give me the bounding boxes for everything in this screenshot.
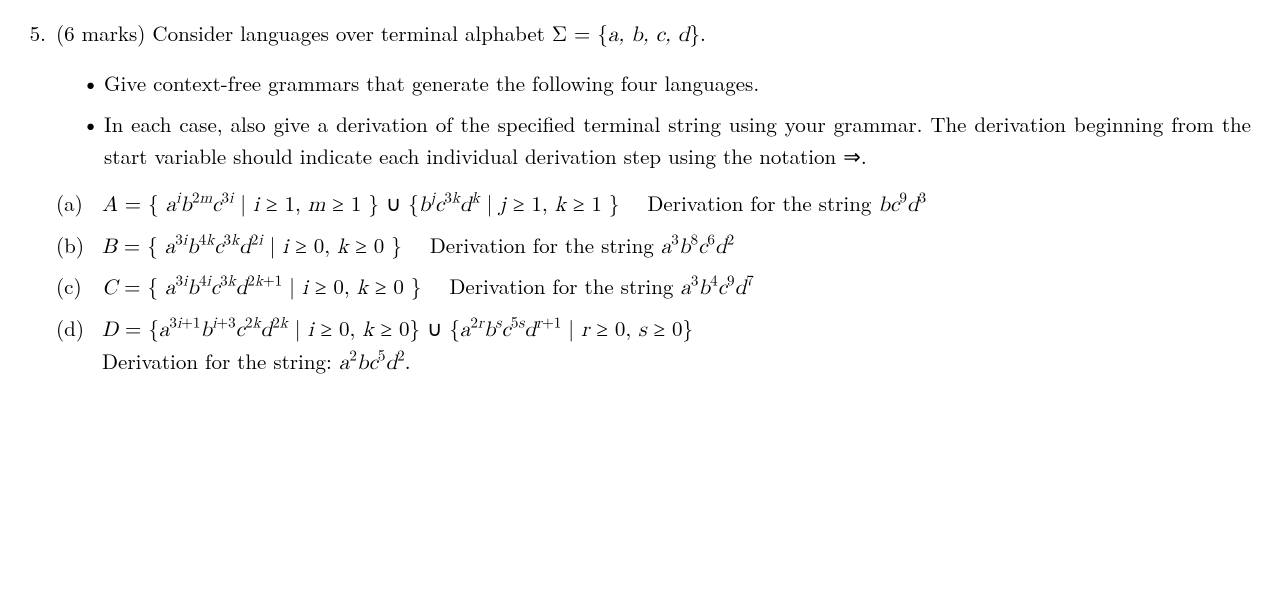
setD2-expr: a2rbsc5sdr+1 <box>460 320 561 341</box>
part-c-label: (c) <box>56 271 90 305</box>
part-c: (c) C = { a3ib4ic3kd2k+1 | i ≥ 0, k ≥ 0 … <box>56 271 1251 305</box>
part-d-body: D = {a3i+1bi+3c2kd2k | i ≥ 0, k ≥ 0} ∪ {… <box>102 313 1251 380</box>
sigma-eq: Σ = { <box>552 18 608 48</box>
deriv-c-label: Derivation for the string <box>449 271 680 301</box>
setD1-expr: a3i+1bi+3c2kd2k <box>159 320 288 341</box>
problem-5: 5. (6 marks) Consider languages over ter… <box>8 18 1251 388</box>
setA2-expr: bjc3kdk <box>419 195 480 216</box>
deriv-d-string: a2bc5d2 <box>339 353 405 374</box>
marks-label: (6 marks) <box>56 18 145 48</box>
bullet-2-text: In each case, also give a derivation of … <box>104 109 1251 171</box>
bullet-1-text: Give context-free grammars that generate… <box>104 68 759 98</box>
bullet-2: In each case, also give a derivation of … <box>82 109 1251 172</box>
union-A: ∪ <box>386 188 408 218</box>
derivation-arrow: ⇒ <box>843 141 861 171</box>
deriv-a-label: Derivation for the string <box>647 188 878 218</box>
part-b: (b) B = { a3ib4kc3kd2i | i ≥ 0, k ≥ 0 } … <box>56 230 1251 264</box>
problem-stem: (6 marks) Consider languages over termin… <box>56 18 1251 52</box>
part-a-body: A = { aib2mc3i | i ≥ 1, m ≥ 1 } ∪ {bjc3k… <box>102 188 1251 222</box>
part-d: (d) D = {a3i+1bi+3c2kd2k | i ≥ 0, k ≥ 0}… <box>56 313 1251 380</box>
sigma-close: }. <box>689 18 705 48</box>
deriv-c-string: a3b4c9d7 <box>680 278 753 299</box>
problem-body: (6 marks) Consider languages over termin… <box>56 18 1251 388</box>
deriv-a-string: bc9d3 <box>878 195 926 216</box>
part-c-body: C = { a3ib4ic3kd2k+1 | i ≥ 0, k ≥ 0 } De… <box>102 271 1251 305</box>
alphabet: a, b, c, d <box>608 25 690 46</box>
setA1-expr: aib2mc3i <box>166 195 234 216</box>
set-A-name: A <box>102 195 118 216</box>
bullet-1: Give context-free grammars that generate… <box>82 68 1251 100</box>
parts-list: (a) A = { aib2mc3i | i ≥ 1, m ≥ 1 } ∪ {b… <box>56 188 1251 380</box>
set-C-name: C <box>102 278 117 299</box>
task-bullets: Give context-free grammars that generate… <box>82 68 1251 173</box>
part-a: (a) A = { aib2mc3i | i ≥ 1, m ≥ 1 } ∪ {b… <box>56 188 1251 222</box>
part-a-label: (a) <box>56 188 90 222</box>
part-b-label: (b) <box>56 230 90 264</box>
setB-expr: a3ib4kc3kd2i <box>165 237 263 258</box>
deriv-b-label: Derivation for the string <box>430 230 661 260</box>
deriv-b-string: a3b8c6d2 <box>661 237 734 258</box>
part-b-body: B = { a3ib4kc3kd2i | i ≥ 0, k ≥ 0 } Deri… <box>102 230 1251 264</box>
part-d-label: (d) <box>56 313 90 380</box>
set-D-name: D <box>102 320 118 341</box>
set-B-name: B <box>102 237 117 258</box>
deriv-d-label: Derivation for the string: <box>102 346 339 376</box>
setC-expr: a3ib4ic3kd2k+1 <box>165 278 282 299</box>
stem-text: Consider languages over terminal alphabe… <box>152 18 551 48</box>
problem-number: 5. <box>8 18 46 388</box>
setA1-open: { <box>148 188 166 218</box>
union-D: ∪ <box>427 313 449 343</box>
